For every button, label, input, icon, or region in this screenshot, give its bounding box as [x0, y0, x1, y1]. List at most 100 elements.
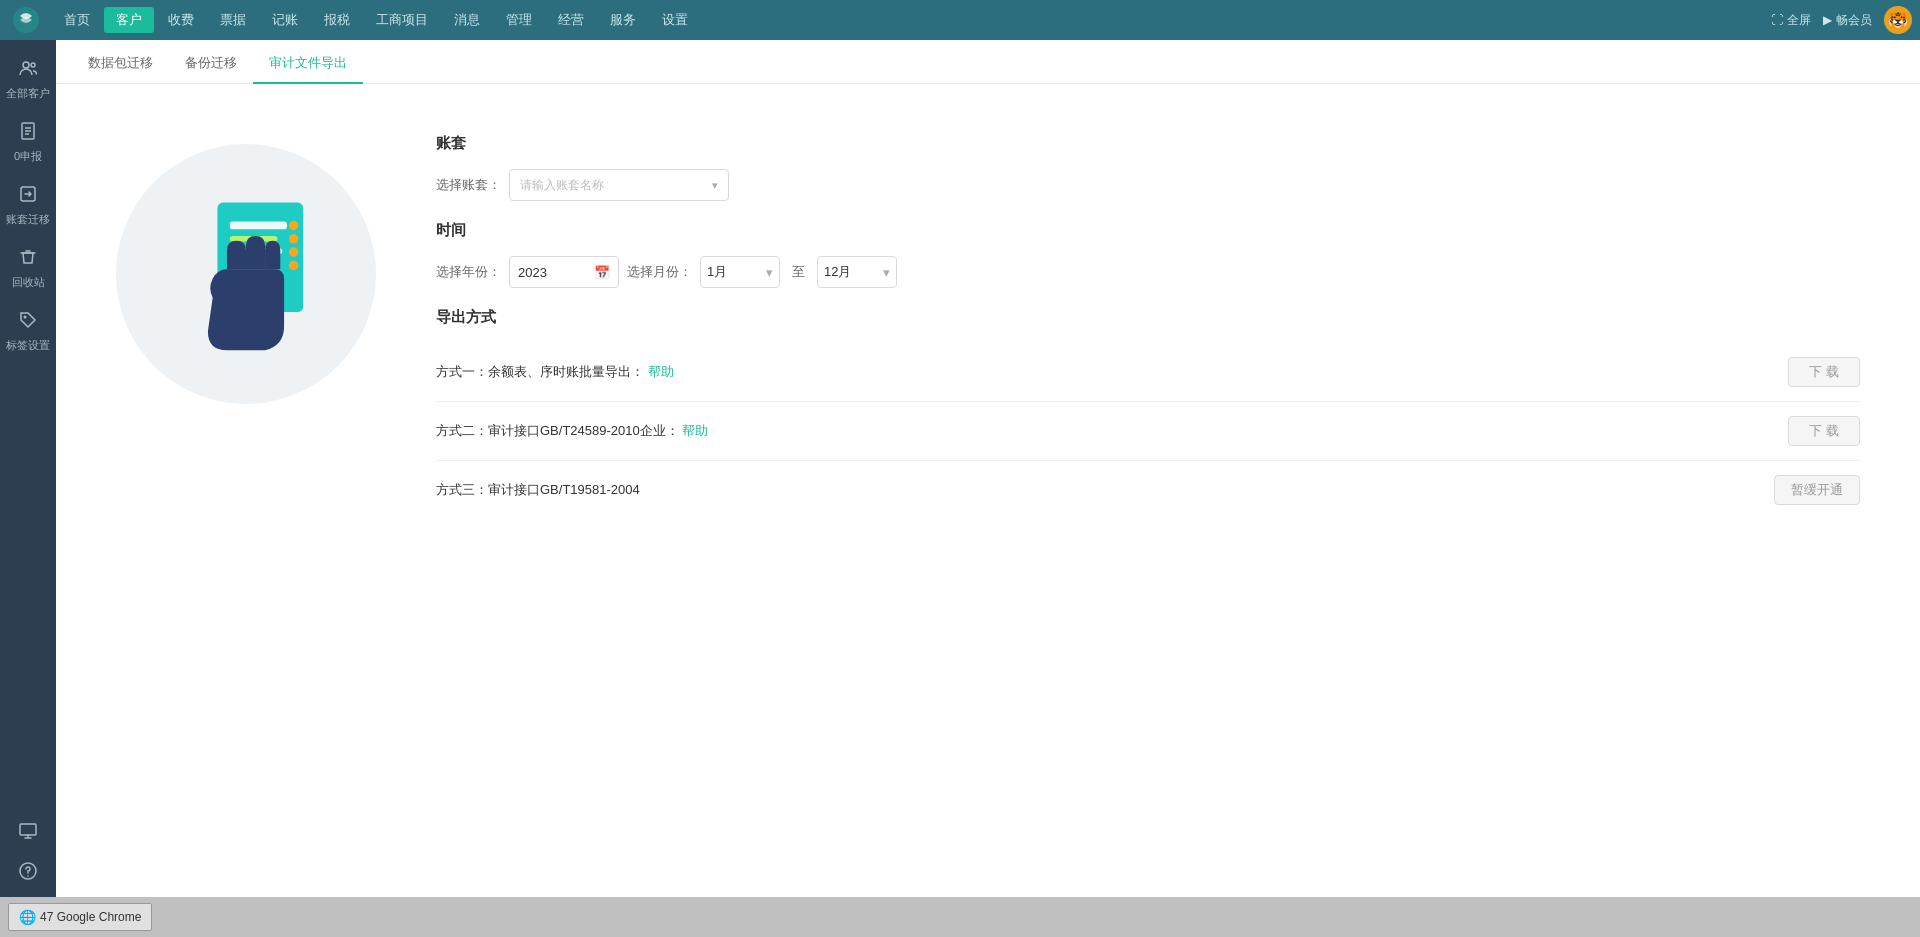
sidebar-item-tag-settings[interactable]: 标签设置: [0, 300, 56, 363]
svg-point-19: [289, 221, 299, 231]
method-2-download-btn[interactable]: 下 载: [1788, 416, 1860, 446]
sidebar-item-label: 账套迁移: [6, 212, 50, 227]
sidebar-item-all-customers[interactable]: 全部客户: [0, 48, 56, 111]
declare-icon: [18, 121, 38, 146]
fullscreen-label: 全屏: [1787, 12, 1811, 29]
tab-backup-migration[interactable]: 备份迁移: [169, 44, 253, 84]
month-end-select[interactable]: 12月 ▾: [817, 256, 897, 288]
nav-settings[interactable]: 设置: [650, 7, 700, 33]
tab-bar: 数据包迁移 备份迁移 审计文件导出: [56, 40, 1920, 84]
nav-message[interactable]: 消息: [442, 7, 492, 33]
account-label: 选择账套：: [436, 176, 501, 194]
fullscreen-btn[interactable]: ⛶ 全屏: [1771, 12, 1811, 29]
nav-service[interactable]: 服务: [598, 7, 648, 33]
export-section-title: 导出方式: [436, 308, 1860, 327]
svg-point-22: [289, 261, 299, 271]
account-select[interactable]: 请输入账套名称 ▾: [509, 169, 729, 201]
account-section-title: 账套: [436, 134, 1860, 153]
taskbar-chrome[interactable]: 🌐 47 Google Chrome: [8, 903, 152, 931]
account-placeholder: 请输入账套名称: [520, 177, 604, 194]
month-start-value: 1月: [707, 263, 727, 281]
taskbar: 🌐 47 Google Chrome: [0, 897, 1920, 937]
svg-rect-9: [20, 824, 36, 835]
year-input[interactable]: 2023 📅: [509, 256, 619, 288]
method-3-coming-btn[interactable]: 暂缓开通: [1774, 475, 1860, 505]
svg-rect-13: [230, 222, 287, 230]
chevron-down-icon: ▾: [766, 265, 773, 280]
tab-data-migration[interactable]: 数据包迁移: [72, 44, 169, 84]
nav-home[interactable]: 首页: [52, 7, 102, 33]
fullscreen-icon: ⛶: [1771, 13, 1783, 27]
tab-audit-export[interactable]: 审计文件导出: [253, 44, 363, 84]
sidebar-item-label: 0申报: [14, 149, 42, 164]
monitor-icon-btn[interactable]: [10, 813, 46, 849]
nav-items: 首页 客户 收费 票据 记账 报税 工商项目 消息 管理 经营 服务 设置: [52, 7, 1771, 33]
sidebar-item-zero-declare[interactable]: 0申报: [0, 111, 56, 174]
top-nav: 首页 客户 收费 票据 记账 报税 工商项目 消息 管理 经营 服务 设置 ⛶ …: [0, 0, 1920, 40]
member-icon: ▶: [1823, 13, 1832, 27]
nav-customer[interactable]: 客户: [104, 7, 154, 33]
content-area: 数据包迁移 备份迁移 审计文件导出: [56, 40, 1920, 897]
export-method-3: 方式三：审计接口GB/T19581-2004 暂缓开通: [436, 461, 1860, 519]
time-section-title: 时间: [436, 221, 1860, 240]
recycle-icon: [18, 247, 38, 272]
top-nav-right: ⛶ 全屏 ▶ 畅会员 🐯: [1771, 6, 1912, 34]
month-label: 选择月份：: [627, 263, 692, 281]
time-row: 选择年份： 2023 📅 选择月份： 1月 ▾ 至 12月 ▾: [436, 256, 1860, 288]
page-content: 账套 选择账套： 请输入账套名称 ▾ 时间 选择年份： 2023 📅: [56, 84, 1920, 897]
year-value: 2023: [518, 265, 547, 280]
method-2-text: 方式二：审计接口GB/T24589-2010企业：: [436, 423, 679, 438]
month-end-value: 12月: [824, 263, 851, 281]
method-1-label: 方式一：余额表、序时账批量导出： 帮助: [436, 363, 674, 381]
member-label: 畅会员: [1836, 12, 1872, 29]
nav-fee[interactable]: 收费: [156, 7, 206, 33]
illustration: [116, 144, 376, 404]
help-icon-btn[interactable]: [10, 853, 46, 889]
chrome-icon: 🌐: [19, 909, 36, 925]
nav-operation[interactable]: 经营: [546, 7, 596, 33]
to-separator: 至: [792, 263, 805, 281]
sidebar-item-migration[interactable]: 账套迁移: [0, 174, 56, 237]
export-method-1: 方式一：余额表、序时账批量导出： 帮助 下 载: [436, 343, 1860, 402]
avatar[interactable]: 🐯: [1884, 6, 1912, 34]
month-start-select[interactable]: 1月 ▾: [700, 256, 780, 288]
chevron-down-icon: ▾: [883, 265, 890, 280]
svg-point-1: [23, 62, 29, 68]
sidebar: 全部客户 0申报 账套迁移: [0, 40, 56, 897]
year-label: 选择年份：: [436, 263, 501, 281]
migration-icon: [18, 184, 38, 209]
sidebar-item-label: 回收站: [12, 275, 45, 290]
chevron-down-icon: ▾: [712, 179, 718, 192]
export-methods: 方式一：余额表、序时账批量导出： 帮助 下 载 方式二：审计接口GB/T2458…: [436, 343, 1860, 519]
nav-account[interactable]: 记账: [260, 7, 310, 33]
account-row: 选择账套： 请输入账套名称 ▾: [436, 169, 1860, 201]
nav-business[interactable]: 工商项目: [364, 7, 440, 33]
method-2-label: 方式二：审计接口GB/T24589-2010企业： 帮助: [436, 422, 708, 440]
sidebar-item-label: 标签设置: [6, 338, 50, 353]
sidebar-item-label: 全部客户: [6, 86, 50, 101]
svg-point-2: [31, 63, 35, 67]
main-layout: 全部客户 0申报 账套迁移: [0, 40, 1920, 897]
method-2-help[interactable]: 帮助: [682, 423, 708, 438]
nav-tax[interactable]: 报税: [312, 7, 362, 33]
sidebar-bottom: [10, 813, 46, 897]
customers-icon: [18, 58, 38, 83]
method-1-download-btn[interactable]: 下 载: [1788, 357, 1860, 387]
calendar-icon: 📅: [594, 265, 610, 280]
form-area: 账套 选择账套： 请输入账套名称 ▾ 时间 选择年份： 2023 📅: [436, 124, 1860, 519]
svg-point-21: [289, 247, 299, 257]
svg-point-8: [24, 316, 27, 319]
nav-manage[interactable]: 管理: [494, 7, 544, 33]
taskbar-chrome-label: 47 Google Chrome: [40, 910, 141, 924]
svg-point-20: [289, 234, 299, 244]
method-3-label: 方式三：审计接口GB/T19581-2004: [436, 481, 640, 499]
export-method-2: 方式二：审计接口GB/T24589-2010企业： 帮助 下 载: [436, 402, 1860, 461]
app-logo: [8, 2, 44, 38]
sidebar-item-recycle[interactable]: 回收站: [0, 237, 56, 300]
member-btn[interactable]: ▶ 畅会员: [1823, 12, 1872, 29]
nav-invoice[interactable]: 票据: [208, 7, 258, 33]
tag-icon: [18, 310, 38, 335]
method-1-help[interactable]: 帮助: [648, 364, 674, 379]
method-1-text: 方式一：余额表、序时账批量导出：: [436, 364, 644, 379]
svg-point-11: [27, 875, 29, 877]
